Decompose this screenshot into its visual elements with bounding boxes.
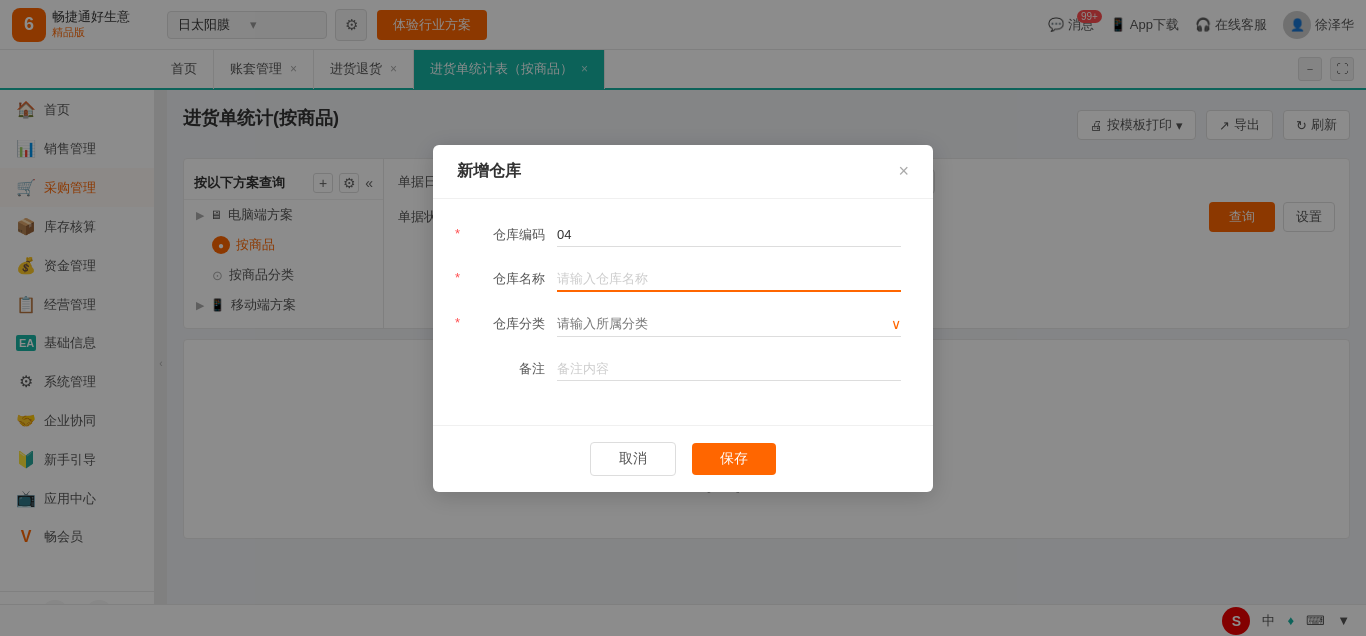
category-select-wrap[interactable]: ∨ (557, 312, 901, 337)
category-label: 仓库分类 (465, 315, 545, 333)
name-input[interactable] (557, 267, 901, 292)
modal-overlay[interactable]: 新增仓库 × 仓库编码 仓库名称 仓库分类 ∨ (0, 0, 1366, 636)
code-label: 仓库编码 (465, 226, 545, 244)
name-label: 仓库名称 (465, 270, 545, 288)
category-input[interactable] (557, 316, 891, 331)
form-row-name: 仓库名称 (465, 267, 901, 292)
form-row-remark: 备注 (465, 357, 901, 381)
modal-new-warehouse: 新增仓库 × 仓库编码 仓库名称 仓库分类 ∨ (433, 145, 933, 492)
modal-close-button[interactable]: × (898, 162, 909, 180)
modal-footer: 取消 保存 (433, 425, 933, 492)
form-row-code: 仓库编码 (465, 223, 901, 247)
modal-body: 仓库编码 仓库名称 仓库分类 ∨ 备注 (433, 199, 933, 425)
form-row-category: 仓库分类 ∨ (465, 312, 901, 337)
cancel-button[interactable]: 取消 (590, 442, 676, 476)
modal-title: 新增仓库 (457, 161, 521, 182)
modal-header: 新增仓库 × (433, 145, 933, 199)
remark-input[interactable] (557, 357, 901, 381)
save-button[interactable]: 保存 (692, 443, 776, 475)
remark-label: 备注 (465, 360, 545, 378)
category-arrow-icon: ∨ (891, 316, 901, 332)
code-input[interactable] (557, 223, 901, 247)
